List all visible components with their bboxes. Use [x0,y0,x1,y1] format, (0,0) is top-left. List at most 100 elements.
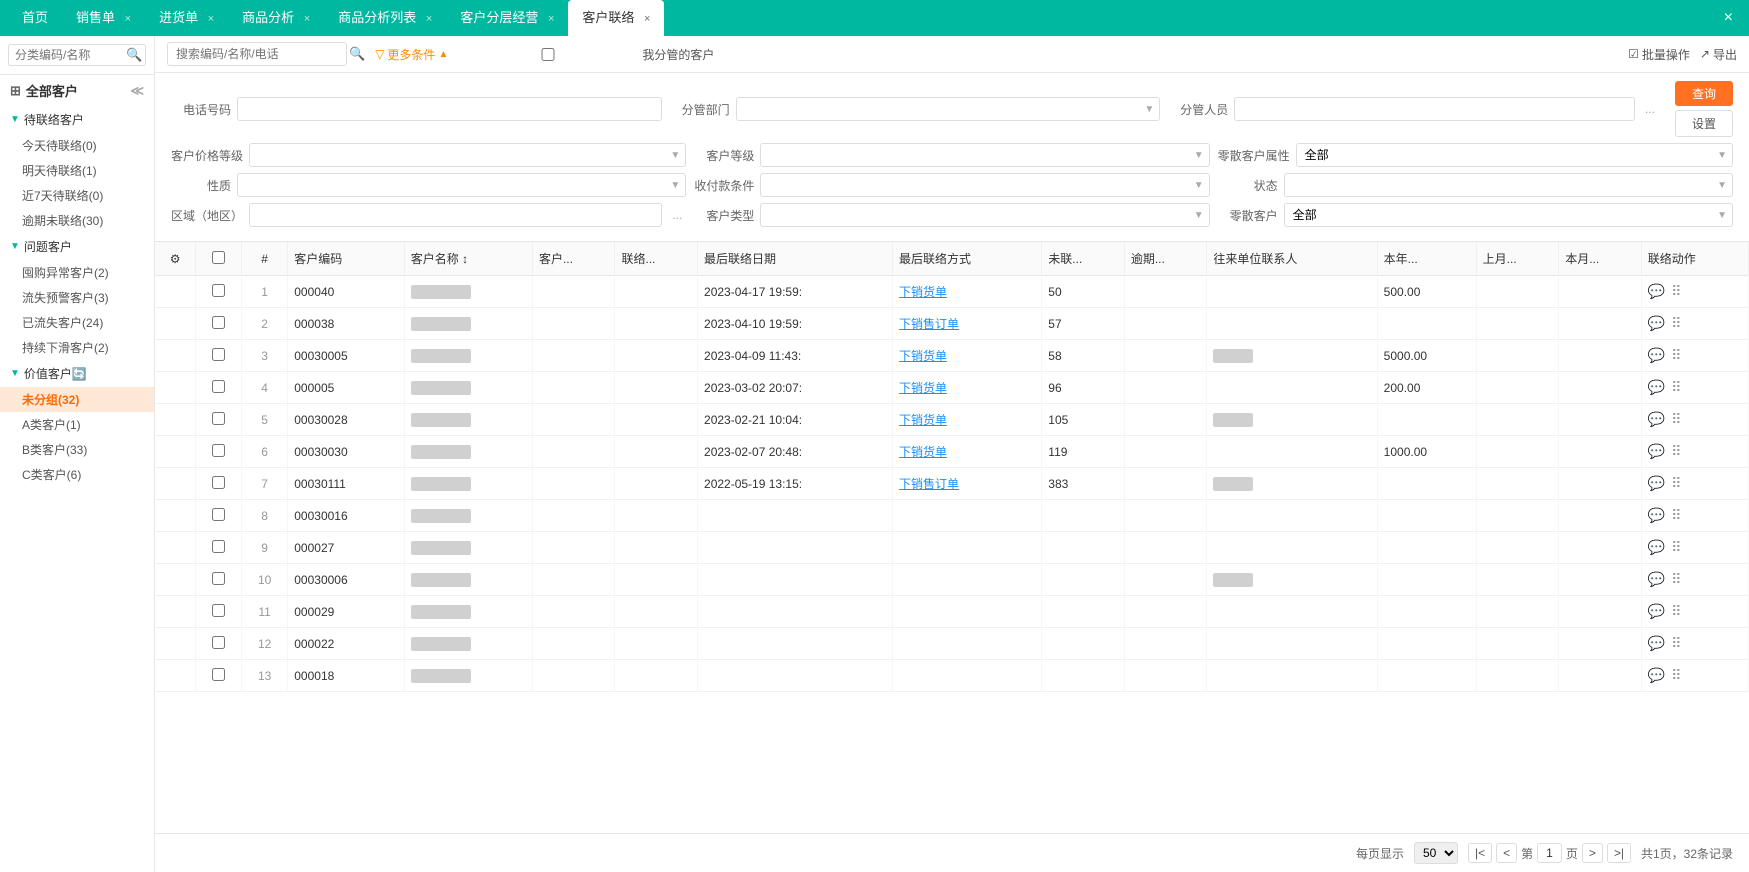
tab-home[interactable]: 首页 [8,0,62,36]
customer-level-select[interactable] [760,143,1209,167]
window-close-button[interactable]: × [1716,9,1741,27]
chat-icon[interactable]: 💬 [1648,603,1665,620]
first-page-button[interactable]: |< [1468,843,1492,863]
tab-product-list[interactable]: 商品分析列表 × [324,0,446,36]
chat-icon[interactable]: 💬 [1648,571,1665,588]
contact-type-link[interactable]: 下销售订单 [899,477,959,491]
tab-close-sales[interactable]: × [125,13,131,25]
more-icon[interactable]: ⠿ [1671,411,1681,428]
sidebar-item-overdue[interactable]: 逾期未联络(30) [0,208,154,233]
person-input[interactable] [1234,97,1635,121]
sidebar-item-declining[interactable]: 持续下滑客户(2) [0,335,154,360]
row-checkbox[interactable] [212,476,225,489]
chat-icon[interactable]: 💬 [1648,507,1665,524]
more-icon[interactable]: ⠿ [1671,667,1681,684]
sidebar-item-churn-warning[interactable]: 流失预警客户(3) [0,285,154,310]
chat-icon[interactable]: 💬 [1648,667,1665,684]
my-customers-check[interactable] [458,48,638,61]
chat-icon[interactable]: 💬 [1648,347,1665,364]
sidebar-item-unclassified[interactable]: 未分组(32) [0,387,154,412]
tab-purchase[interactable]: 进货单 × [145,0,228,36]
tab-product-analysis[interactable]: 商品分析 × [228,0,324,36]
chat-icon[interactable]: 💬 [1648,411,1665,428]
sidebar-item-7days[interactable]: 近7天待联络(0) [0,183,154,208]
retail-select[interactable]: 全部 [1284,203,1733,227]
more-icon[interactable]: ⠿ [1671,379,1681,396]
query-button[interactable]: 查询 [1675,81,1733,106]
contact-type-link[interactable]: 下销货单 [899,381,947,395]
more-icon[interactable]: ⠿ [1671,283,1681,300]
export-button[interactable]: ↗ 导出 [1700,46,1737,63]
sidebar-item-tomorrow[interactable]: 明天待联络(1) [0,158,154,183]
tab-close-product-analysis[interactable]: × [304,13,310,25]
batch-ops-button[interactable]: ☑ 批量操作 [1628,46,1690,63]
more-icon[interactable]: ⠿ [1671,315,1681,332]
per-page-select[interactable]: 50 [1414,842,1458,864]
contact-type-link[interactable]: 下销货单 [899,285,947,299]
row-checkbox[interactable] [212,348,225,361]
row-checkbox[interactable] [212,316,225,329]
tab-customer-mgmt[interactable]: 客户分层经营 × [446,0,568,36]
contact-type-link[interactable]: 下销售订单 [899,317,959,331]
status-select[interactable] [1284,173,1733,197]
tab-close-customer-contact[interactable]: × [644,13,650,25]
tab-sales[interactable]: 销售单 × [62,0,145,36]
row-checkbox[interactable] [212,508,225,521]
sidebar-all-customers[interactable]: ⊞ 全部客户 ≪ [0,75,154,106]
sidebar-item-class-a[interactable]: A类客户(1) [0,412,154,437]
contact-type-link[interactable]: 下销货单 [899,413,947,427]
row-checkbox[interactable] [212,572,225,585]
last-page-button[interactable]: >| [1607,843,1631,863]
chat-icon[interactable]: 💬 [1648,379,1665,396]
tab-customer-contact[interactable]: 客户联络 × [568,0,664,36]
select-all-checkbox[interactable] [212,251,225,264]
more-icon[interactable]: ⠿ [1671,347,1681,364]
more-icon[interactable]: ⠿ [1671,571,1681,588]
chat-icon[interactable]: 💬 [1648,475,1665,492]
row-checkbox[interactable] [212,604,225,617]
row-checkbox[interactable] [212,636,225,649]
more-icon[interactable]: ⠿ [1671,507,1681,524]
chat-icon[interactable]: 💬 [1648,315,1665,332]
dept-select[interactable] [736,97,1161,121]
chat-icon[interactable]: 💬 [1648,283,1665,300]
region-input[interactable] [249,203,662,227]
tab-close-purchase[interactable]: × [208,13,214,25]
chat-icon[interactable]: 💬 [1648,635,1665,652]
reset-button[interactable]: 设置 [1675,110,1733,137]
more-icon[interactable]: ⠿ [1671,539,1681,556]
row-checkbox[interactable] [212,412,225,425]
contact-type-link[interactable]: 下销货单 [899,445,947,459]
tab-close-product-list[interactable]: × [426,13,432,25]
contact-type-link[interactable]: 下销货单 [899,349,947,363]
row-checkbox[interactable] [212,380,225,393]
payment-select[interactable] [760,173,1209,197]
retail-attr-select[interactable]: 全部 [1296,143,1733,167]
next-page-button[interactable]: > [1582,843,1603,863]
sidebar-item-today[interactable]: 今天待联络(0) [0,133,154,158]
row-checkbox[interactable] [212,668,225,681]
chat-icon[interactable]: 💬 [1648,443,1665,460]
more-icon[interactable]: ⠿ [1671,475,1681,492]
more-icon[interactable]: ⠿ [1671,603,1681,620]
sidebar-item-churned[interactable]: 已流失客户(24) [0,310,154,335]
prev-page-button[interactable]: < [1496,843,1517,863]
group-value-customers[interactable]: ▼ 价值客户 🔄 [0,360,154,387]
sidebar-item-hoarding[interactable]: 囤购异常客户(2) [0,260,154,285]
sidebar-item-class-c[interactable]: C类客户(6) [0,462,154,487]
row-checkbox[interactable] [212,540,225,553]
chat-icon[interactable]: 💬 [1648,539,1665,556]
customer-type-select[interactable] [760,203,1209,227]
sidebar-item-class-b[interactable]: B类客户(33) [0,437,154,462]
tab-close-customer-mgmt[interactable]: × [548,13,554,25]
more-conditions-button[interactable]: ▽ 更多条件 ▲ [375,46,448,63]
search-input[interactable] [167,42,347,66]
price-level-select[interactable] [249,143,686,167]
group-pending-contact[interactable]: ▼ 待联络客户 [0,106,154,133]
row-checkbox[interactable] [212,444,225,457]
more-icon[interactable]: ⠿ [1671,635,1681,652]
group-problem-customers[interactable]: ▼ 问题客户 [0,233,154,260]
row-checkbox[interactable] [212,284,225,297]
my-customers-checkbox[interactable]: 我分管的客户 [458,46,714,63]
col-settings[interactable]: ⚙ [155,242,196,276]
